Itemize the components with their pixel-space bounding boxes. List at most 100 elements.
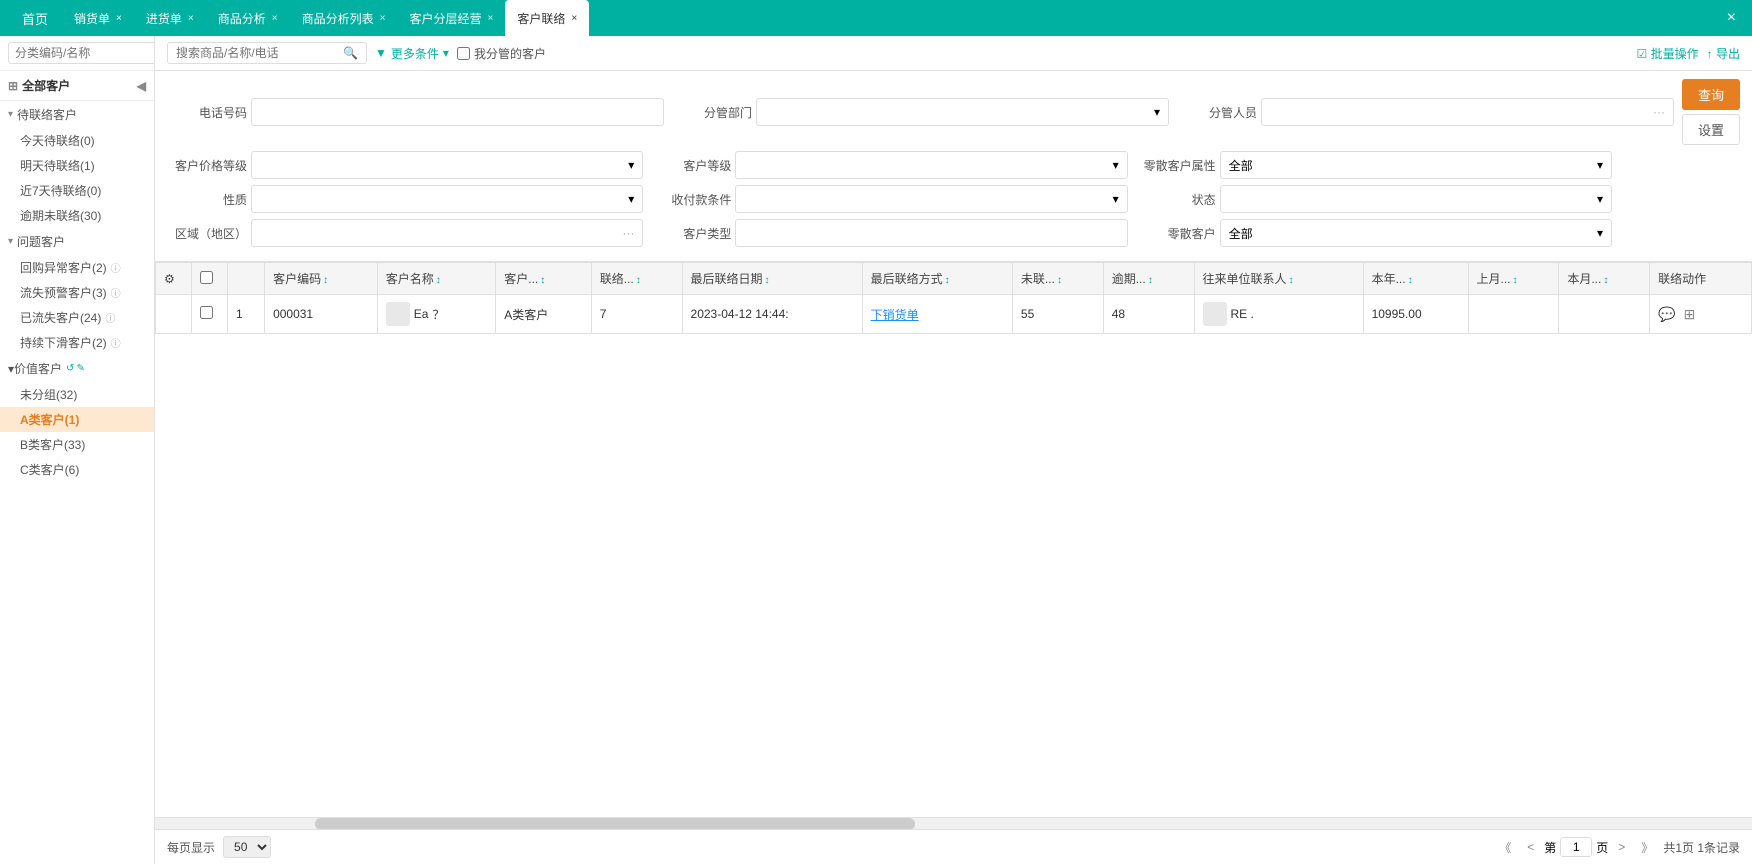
- bottom-bar: 每页显示 50 《 < 第 页 > 》 共1页 1条记录: [155, 829, 1752, 864]
- table-row: 1 000031 Ea ？ A类客户 7 2023-04-12 14:44:: [156, 295, 1752, 334]
- sidebar-class-a[interactable]: A类客户(1): [0, 407, 154, 432]
- retail-customer-select[interactable]: 全部: [1220, 219, 1612, 247]
- nav-tab-contact[interactable]: 客户联络 ×: [505, 0, 589, 36]
- col-name[interactable]: 客户名称↕: [377, 263, 495, 295]
- person-label: 分管人员: [1177, 104, 1257, 121]
- col-type[interactable]: 客户...↕: [496, 263, 591, 295]
- region-select[interactable]: ···: [251, 219, 643, 247]
- last-page-btn[interactable]: 》: [1635, 837, 1659, 858]
- col-this-month[interactable]: 本月...↕: [1559, 263, 1650, 295]
- sidebar-class-c[interactable]: C类客户(6): [0, 457, 154, 482]
- sidebar-tomorrow-pending[interactable]: 明天待联络(1): [0, 153, 154, 178]
- col-contact-person[interactable]: 往来单位联系人↕: [1194, 263, 1363, 295]
- close-all-btn[interactable]: ×: [1719, 9, 1744, 27]
- nav-tab-segment[interactable]: 客户分层经营 ×: [397, 0, 505, 36]
- sidebar-problem-group[interactable]: ▾ 问题客户: [0, 228, 154, 255]
- my-customers-check[interactable]: 我分管的客户: [457, 45, 546, 62]
- more-icon[interactable]: ⊞: [1684, 306, 1696, 323]
- col-settings[interactable]: ⚙: [156, 263, 192, 295]
- nav-tab-purchase[interactable]: 进货单 ×: [134, 0, 206, 36]
- chat-icon[interactable]: 💬: [1658, 306, 1675, 323]
- arrow-pending: ▾: [8, 109, 13, 120]
- export-btn[interactable]: ↑ 导出: [1707, 45, 1740, 62]
- nav-tab-analysis-list[interactable]: 商品分析列表 ×: [290, 0, 398, 36]
- row-contact-person: RE .: [1194, 295, 1363, 334]
- filter-row-2: 客户价格等级 客户等级 零散客户属性 全部: [167, 151, 1740, 179]
- sidebar-class-b[interactable]: B类客户(33): [0, 432, 154, 457]
- filter-icon: ▼: [375, 46, 387, 60]
- close-tab-segment[interactable]: ×: [487, 13, 493, 24]
- customer-type-select[interactable]: [735, 219, 1127, 247]
- more-conditions-btn[interactable]: ▼ 更多条件: [375, 45, 449, 62]
- nav-tab-sales[interactable]: 销货单 ×: [62, 0, 134, 36]
- query-btn[interactable]: 查询: [1682, 79, 1740, 110]
- batch-op-btn[interactable]: ☑ 批量操作: [1637, 45, 1699, 62]
- col-no-contact[interactable]: 未联...↕: [1012, 263, 1103, 295]
- edit-icon[interactable]: ✎: [76, 363, 84, 374]
- nature-select[interactable]: [251, 185, 643, 213]
- arrow-problem: ▾: [8, 236, 13, 247]
- collapse-icon[interactable]: ◀: [137, 79, 146, 93]
- col-check[interactable]: [192, 263, 228, 295]
- refresh-icon[interactable]: ↺: [66, 363, 74, 374]
- col-last-method[interactable]: 最后联络方式↕: [862, 263, 1012, 295]
- sidebar-value-group[interactable]: ▾ 价值客户 ↺ ✎: [0, 355, 154, 382]
- sidebar-search-input[interactable]: [8, 42, 155, 64]
- status-select[interactable]: [1220, 185, 1612, 213]
- person-select[interactable]: ···: [1261, 98, 1674, 126]
- sidebar-loss-warning[interactable]: 流失预警客户(3) ⓘ: [0, 280, 154, 305]
- my-customers-checkbox[interactable]: [457, 47, 470, 60]
- sidebar-pending-group[interactable]: ▾ 待联络客户: [0, 101, 154, 128]
- nav-home[interactable]: 首页: [8, 9, 62, 28]
- phone-label: 电话号码: [167, 104, 247, 121]
- page-size-select[interactable]: 50: [223, 836, 271, 858]
- select-all-checkbox[interactable]: [200, 271, 213, 284]
- close-tab-purchase[interactable]: ×: [188, 13, 194, 24]
- phone-input[interactable]: [251, 98, 664, 126]
- col-contact-count[interactable]: 联络...↕: [591, 263, 682, 295]
- price-grade-select[interactable]: [251, 151, 643, 179]
- row-check[interactable]: [192, 295, 228, 334]
- sidebar-unclassified[interactable]: 未分组(32): [0, 382, 154, 407]
- dept-select[interactable]: [756, 98, 1169, 126]
- settings-btn[interactable]: 设置: [1682, 114, 1740, 145]
- first-page-btn[interactable]: 《: [1493, 837, 1517, 858]
- col-last-date[interactable]: 最后联络日期↕: [682, 263, 862, 295]
- row-overdue: 48: [1103, 295, 1194, 334]
- customer-grade-select[interactable]: [735, 151, 1127, 179]
- prev-page-btn[interactable]: <: [1521, 838, 1540, 856]
- retail-customer-label: 零散客户: [1136, 225, 1216, 242]
- close-tab-analysis-list[interactable]: ×: [380, 13, 386, 24]
- col-last-month[interactable]: 上月...↕: [1468, 263, 1559, 295]
- payment-select[interactable]: [735, 185, 1127, 213]
- sidebar-seven-days-pending[interactable]: 近7天待联络(0): [0, 178, 154, 203]
- col-overdue[interactable]: 逾期...↕: [1103, 263, 1194, 295]
- customer-grade-label: 客户等级: [651, 157, 731, 174]
- filter-bar: 🔍 ▼ 更多条件 我分管的客户 ☑ 批量操作 ↑ 导出: [155, 36, 1752, 71]
- sidebar-today-pending[interactable]: 今天待联络(0): [0, 128, 154, 153]
- sidebar-already-lost[interactable]: 已流失客户(24) ⓘ: [0, 305, 154, 330]
- next-page-btn[interactable]: >: [1612, 838, 1631, 856]
- close-tab-contact[interactable]: ×: [571, 13, 577, 24]
- table-area: ⚙ 客户编码↕ 客户名称↕ 客户...↕ 联络...↕ 最后联络日期↕ 最后联络…: [155, 262, 1752, 817]
- sidebar-overdue-pending[interactable]: 逾期未联络(30): [0, 203, 154, 228]
- sidebar-all-customers[interactable]: ⊞ 全部客户 ◀: [0, 71, 154, 101]
- close-tab-sales[interactable]: ×: [116, 13, 122, 24]
- col-code[interactable]: 客户编码↕: [265, 263, 378, 295]
- last-method-link[interactable]: 下销货单: [871, 308, 919, 322]
- nav-tab-analysis[interactable]: 商品分析 ×: [206, 0, 290, 36]
- row-checkbox[interactable]: [200, 306, 213, 319]
- sidebar-continuous-decline[interactable]: 持续下滑客户(2) ⓘ: [0, 330, 154, 355]
- sidebar-repurchase-abnormal[interactable]: 回购异常客户(2) ⓘ: [0, 255, 154, 280]
- customer-type-col: 客户类型: [651, 219, 1127, 247]
- horizontal-scrollbar[interactable]: [155, 817, 1752, 829]
- sidebar: 🔍 ⊞ 全部客户 ◀ ▾ 待联络客户 今天待联络(0) 明天待联络(1) 近7天…: [0, 36, 155, 864]
- filter-row-4: 区域（地区） ··· 客户类型 零散客户 全部: [167, 219, 1740, 247]
- col-year-amount[interactable]: 本年...↕: [1363, 263, 1468, 295]
- page-num-input[interactable]: [1560, 837, 1592, 857]
- page-label: 第: [1544, 839, 1556, 856]
- search-input[interactable]: [176, 46, 343, 60]
- retail-attr-select[interactable]: 全部: [1220, 151, 1612, 179]
- close-tab-analysis[interactable]: ×: [272, 13, 278, 24]
- search-icon[interactable]: 🔍: [343, 46, 358, 60]
